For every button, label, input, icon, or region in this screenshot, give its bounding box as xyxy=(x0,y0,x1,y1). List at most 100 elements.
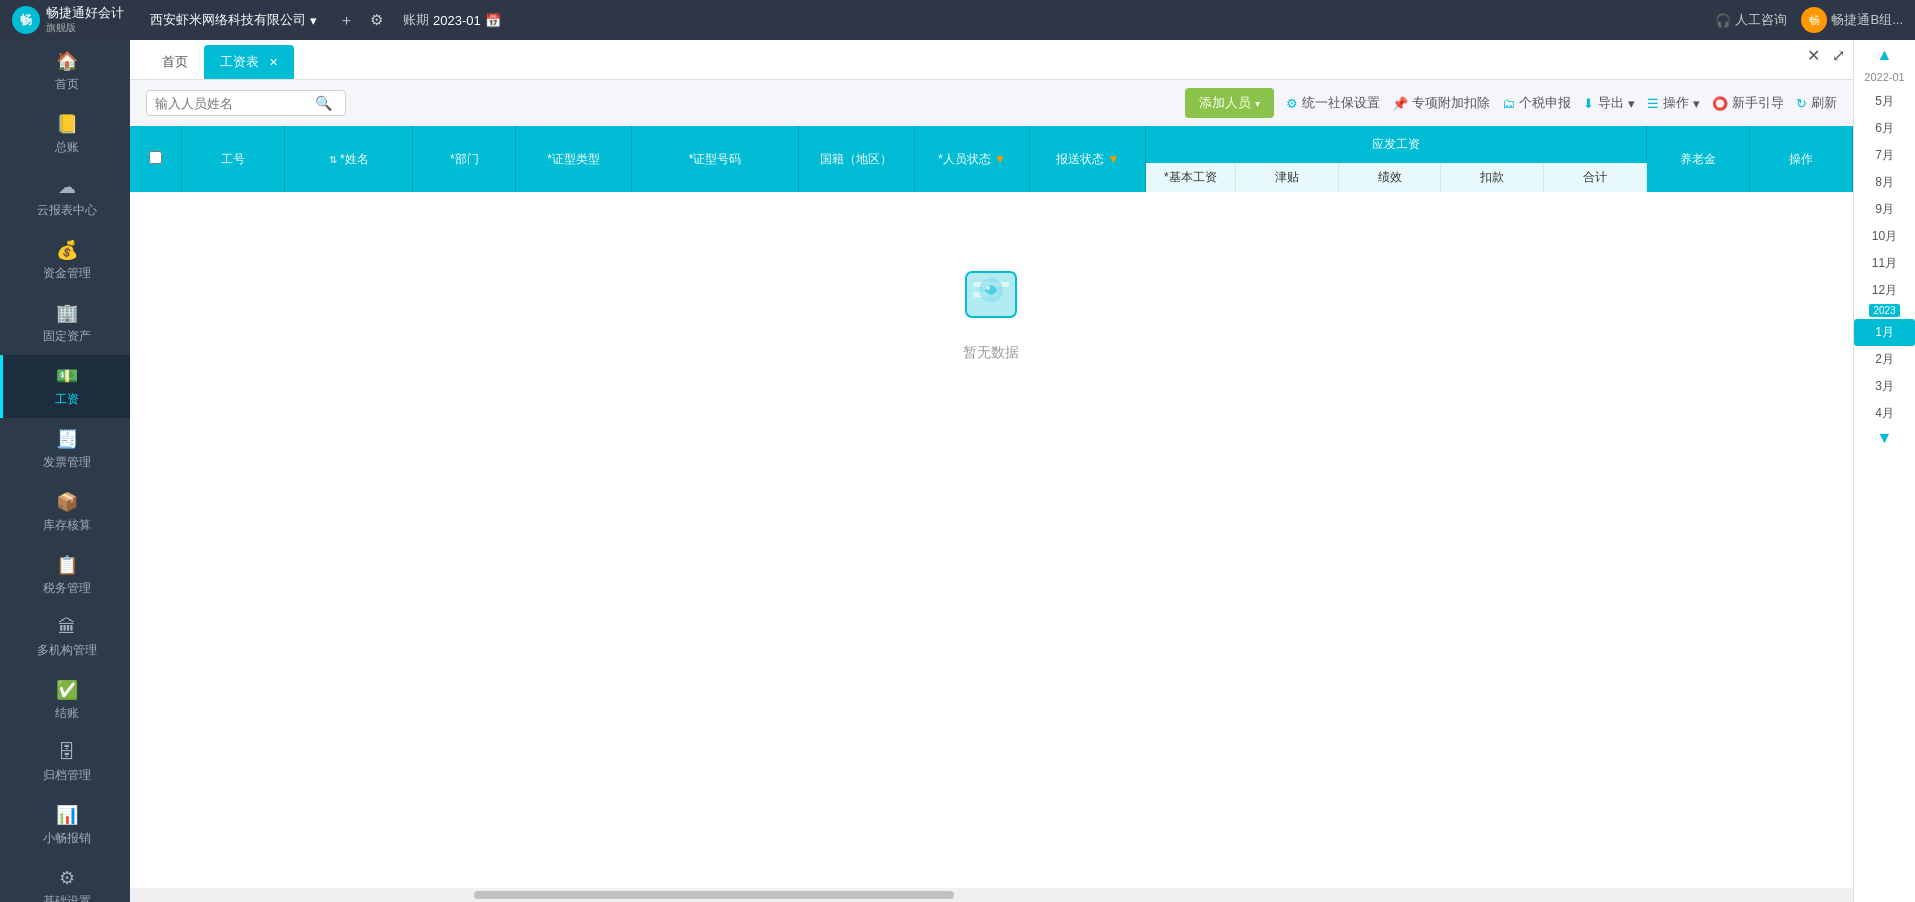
sidebar-item-expense[interactable]: 📊 小畅报销 xyxy=(0,794,130,857)
th-deduction: 扣款 xyxy=(1441,163,1544,192)
sidebar-item-cloud-report[interactable]: ☁ 云报表中心 xyxy=(0,166,130,229)
operation-dropdown-icon: ▾ xyxy=(1693,96,1700,111)
operation-button[interactable]: ☰ 操作 ▾ xyxy=(1647,94,1700,112)
logo: 畅 畅捷通好会计 旗舰版 xyxy=(12,5,142,35)
th-no: 工号 xyxy=(181,126,284,192)
th-report-status: 报送状态 ▼ xyxy=(1030,126,1146,192)
th-performance: 绩效 xyxy=(1338,163,1441,192)
sidebar-item-home[interactable]: 🏠 首页 xyxy=(0,40,130,103)
company-selector[interactable]: 西安虾米网络科技有限公司 ▾ xyxy=(142,11,325,29)
settings-icon[interactable]: ⚙ xyxy=(365,9,387,31)
operation-label: 操作 xyxy=(1663,94,1689,112)
month-item-6[interactable]: 6月 xyxy=(1854,115,1915,142)
month-item-10[interactable]: 10月 xyxy=(1854,223,1915,250)
sidebar-item-inventory-label: 库存核算 xyxy=(43,517,91,534)
month-nav-down[interactable]: ▼ xyxy=(1875,427,1895,449)
month-item-2023-1[interactable]: 1月 xyxy=(1854,319,1915,346)
month-item-2023-4[interactable]: 4月 xyxy=(1854,400,1915,427)
th-id-type: *证型类型 xyxy=(516,126,632,192)
month-nav-up[interactable]: ▲ xyxy=(1875,44,1895,66)
sidebar-item-inventory[interactable]: 📦 库存核算 xyxy=(0,481,130,544)
social-security-icon: ⚙ xyxy=(1286,96,1298,111)
personal-tax-button[interactable]: 🗂 个税申报 xyxy=(1502,94,1571,112)
new-guide-icon: ⭕ xyxy=(1712,96,1728,111)
th-person-status: *人员状态 ▼ xyxy=(914,126,1030,192)
headset-icon: 🎧 xyxy=(1715,13,1731,28)
period-value: 2023-01 xyxy=(433,13,481,28)
scroll-thumb[interactable] xyxy=(474,891,954,899)
window-maximize-button[interactable]: ⤢ xyxy=(1832,46,1845,65)
export-dropdown-icon: ▾ xyxy=(1628,96,1635,111)
special-deduct-label: 专项附加扣除 xyxy=(1412,94,1490,112)
salary-table: 工号 ⇅ *姓名 *部门 *证型类型 *证型号码 国籍（地区） *人员状态 ▼ … xyxy=(130,126,1853,422)
month-item-5[interactable]: 5月 xyxy=(1854,88,1915,115)
export-button[interactable]: ⬇ 导出 ▾ xyxy=(1583,94,1635,112)
sidebar-item-archive[interactable]: 🗄 归档管理 xyxy=(0,732,130,794)
new-guide-label: 新手引导 xyxy=(1732,94,1784,112)
select-all-checkbox[interactable] xyxy=(149,151,162,164)
sidebar: 🏠 首页 📒 总账 ☁ 云报表中心 💰 资金管理 🏢 固定资产 💵 工资 🧾 发… xyxy=(0,40,130,902)
month-item-11[interactable]: 11月 xyxy=(1854,250,1915,277)
inventory-icon: 📦 xyxy=(56,491,78,513)
sidebar-item-settlement[interactable]: ✅ 结账 xyxy=(0,669,130,732)
refresh-button[interactable]: ↻ 刷新 xyxy=(1796,94,1837,112)
month-item-7[interactable]: 7月 xyxy=(1854,142,1915,169)
toolbar-right: 添加人员 ▾ ⚙ 统一社保设置 📌 专项附加扣除 🗂 个税申报 ⬇ xyxy=(1185,88,1837,118)
person-status-filter-icon[interactable]: ▼ xyxy=(994,152,1006,166)
th-dept: *部门 xyxy=(413,126,516,192)
home-icon: 🏠 xyxy=(56,50,78,72)
sidebar-item-multi-org-label: 多机构管理 xyxy=(37,642,97,659)
tab-salary[interactable]: 工资表 ✕ xyxy=(204,45,294,79)
tab-close-salary[interactable]: ✕ xyxy=(269,56,278,68)
sidebar-item-ledger[interactable]: 📒 总账 xyxy=(0,103,130,166)
th-pension: 养老金 xyxy=(1647,126,1750,192)
sidebar-item-invoice[interactable]: 🧾 发票管理 xyxy=(0,418,130,481)
table-header-row-1: 工号 ⇅ *姓名 *部门 *证型类型 *证型号码 国籍（地区） *人员状态 ▼ … xyxy=(130,126,1853,163)
sidebar-item-fund[interactable]: 💰 资金管理 xyxy=(0,229,130,292)
settlement-icon: ✅ xyxy=(56,679,78,701)
sidebar-item-archive-label: 归档管理 xyxy=(43,767,91,784)
month-item-2023-3[interactable]: 3月 xyxy=(1854,373,1915,400)
top-bar: 畅 畅捷通好会计 旗舰版 西安虾米网络科技有限公司 ▾ ＋ ⚙ 账期 2023-… xyxy=(0,0,1915,40)
calendar-icon[interactable]: 📅 xyxy=(485,13,501,28)
th-total: 合计 xyxy=(1544,163,1647,192)
top-bar-actions: ＋ ⚙ xyxy=(335,9,387,31)
month-panel: ▲ 2022-01 5月 6月 7月 8月 9月 10月 11月 12月 202… xyxy=(1853,40,1915,902)
tax-icon: 📋 xyxy=(56,554,78,576)
search-wrap: 🔍 xyxy=(146,90,346,116)
refresh-label: 刷新 xyxy=(1811,94,1837,112)
search-icon[interactable]: 🔍 xyxy=(315,95,332,111)
month-item-2023-2[interactable]: 2月 xyxy=(1854,346,1915,373)
sidebar-item-tax[interactable]: 📋 税务管理 xyxy=(0,544,130,607)
th-subsidy: 津贴 xyxy=(1235,163,1338,192)
user-name: 畅捷通B组... xyxy=(1831,11,1903,29)
month-item-9[interactable]: 9月 xyxy=(1854,196,1915,223)
expense-icon: 📊 xyxy=(56,804,78,826)
social-security-button[interactable]: ⚙ 统一社保设置 xyxy=(1286,94,1380,112)
th-ops: 操作 xyxy=(1750,126,1853,192)
month-item-12[interactable]: 12月 xyxy=(1854,277,1915,304)
sidebar-item-settings[interactable]: ⚙ 基础设置 xyxy=(0,857,130,902)
company-dropdown-icon[interactable]: ▾ xyxy=(310,13,317,28)
current-year-badge: 2023 xyxy=(1869,304,1899,317)
report-status-filter-icon[interactable]: ▼ xyxy=(1108,152,1120,166)
user-avatar-button[interactable]: 畅 畅捷通B组... xyxy=(1801,7,1903,33)
sidebar-item-multi-org[interactable]: 🏛 多机构管理 xyxy=(0,607,130,669)
invoice-icon: 🧾 xyxy=(56,428,78,450)
new-guide-button[interactable]: ⭕ 新手引导 xyxy=(1712,94,1784,112)
scroll-track xyxy=(130,888,1853,902)
sidebar-item-salary[interactable]: 💵 工资 xyxy=(0,355,130,418)
sidebar-item-invoice-label: 发票管理 xyxy=(43,454,91,471)
operation-icon: ☰ xyxy=(1647,96,1659,111)
add-company-button[interactable]: ＋ xyxy=(335,9,357,31)
multi-org-icon: 🏛 xyxy=(58,617,76,638)
sidebar-item-fixed-assets[interactable]: 🏢 固定资产 xyxy=(0,292,130,355)
window-close-button[interactable]: ✕ xyxy=(1807,46,1820,65)
human-service-button[interactable]: 🎧 人工咨询 xyxy=(1715,11,1787,29)
tab-home[interactable]: 首页 xyxy=(146,45,204,79)
add-person-button[interactable]: 添加人员 ▾ xyxy=(1185,88,1274,118)
month-item-8[interactable]: 8月 xyxy=(1854,169,1915,196)
sort-name-icon[interactable]: ⇅ xyxy=(329,154,337,165)
special-deduct-button[interactable]: 📌 专项附加扣除 xyxy=(1392,94,1490,112)
search-input[interactable] xyxy=(155,96,315,111)
